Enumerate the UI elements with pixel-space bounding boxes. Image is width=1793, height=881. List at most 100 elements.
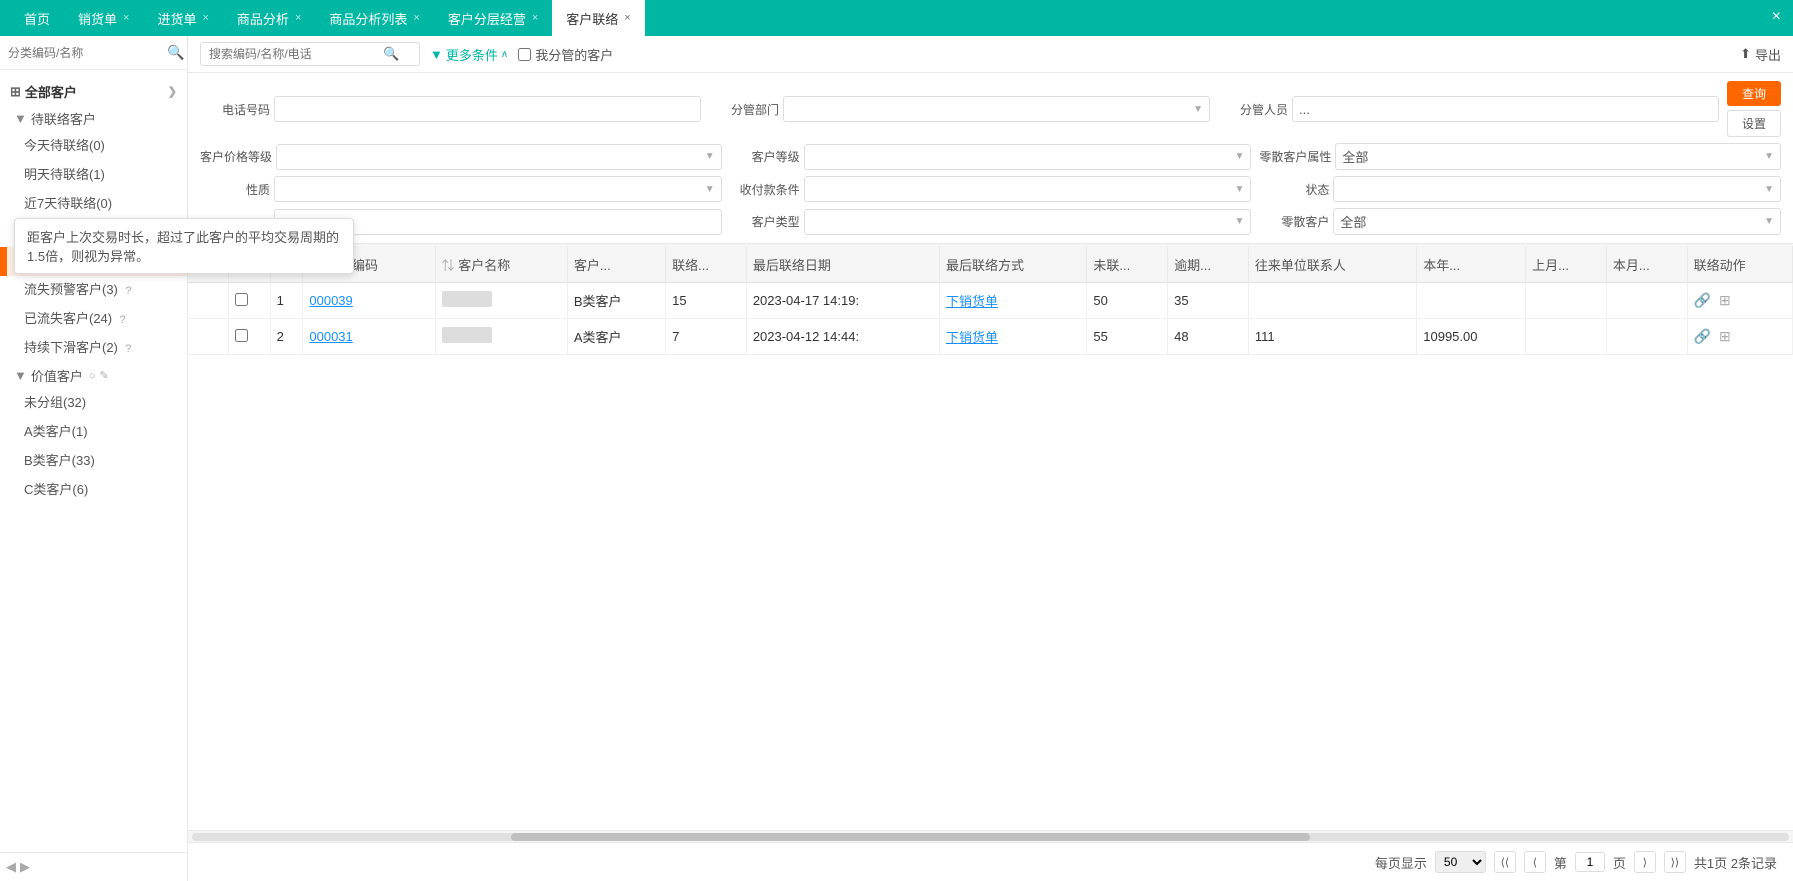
nav-home[interactable]: 首页 (10, 0, 64, 36)
continuous-down-help-icon[interactable]: ? (125, 343, 131, 355)
sidebar-item-tomorrow[interactable]: 明天待联络(1) (0, 161, 187, 190)
nav-customer-contact[interactable]: 客户联络 × (552, 0, 644, 36)
nav-product-analysis-list-close[interactable]: × (413, 12, 419, 24)
sidebar-right-arrow[interactable]: ▶ (20, 859, 30, 875)
sidebar-item-lost[interactable]: 已流失客户(24) ? (0, 305, 187, 334)
sidebar-pending-contact-group[interactable]: ▼ 待联络客户 (0, 105, 187, 132)
table-scroll-bar[interactable] (188, 830, 1793, 842)
row2-code[interactable]: 000031 (303, 319, 435, 355)
sidebar-item-class-c[interactable]: C类客户(6) (0, 476, 187, 505)
filter-search-icon[interactable]: 🔍 (383, 46, 399, 62)
value-customers-circle-icon[interactable]: ○ (89, 370, 96, 382)
col-unit-contact[interactable]: 往来单位联系人 (1248, 246, 1416, 283)
per-page-select[interactable]: 50 20 100 (1435, 851, 1486, 873)
lost-help-icon[interactable]: ? (119, 314, 125, 326)
sidebar-collapse-btn[interactable]: ❯ (168, 85, 177, 98)
close-app-button[interactable]: × (1772, 8, 1781, 26)
nav-customer-segments-close[interactable]: × (532, 12, 538, 24)
nav-customer-segments[interactable]: 客户分层经营 × (434, 0, 552, 36)
nav-purchase-order[interactable]: 进货单 × (143, 0, 222, 36)
sidebar-search-input[interactable] (8, 46, 163, 60)
row2-last-contact-method[interactable]: 下销货单 (939, 319, 1086, 355)
col-this-month[interactable]: 本月... (1606, 246, 1687, 283)
filter-customer-type-select[interactable]: ▼ (804, 209, 1252, 235)
page-number-input[interactable] (1575, 852, 1605, 872)
dept-chevron-icon: ▼ (1193, 104, 1203, 115)
filter-price-level-select[interactable]: ▼ (276, 144, 722, 170)
col-last-contact-date[interactable]: 最后联络日期 (746, 246, 939, 283)
nav-product-analysis-list[interactable]: 商品分析列表 × (315, 0, 433, 36)
filter-search-input[interactable] (209, 47, 379, 61)
sidebar-item-continuous-down[interactable]: 持续下滑客户(2) ? (0, 334, 187, 363)
col-overdue[interactable]: 逾期... (1168, 246, 1249, 283)
row2-grid-icon[interactable]: ⊞ (1719, 328, 1731, 345)
export-button[interactable]: ⬆ 导出 (1740, 45, 1781, 64)
nav-sales-order-close[interactable]: × (123, 12, 129, 24)
nav-purchase-order-close[interactable]: × (202, 12, 208, 24)
nav-product-analysis-close[interactable]: × (295, 12, 301, 24)
value-customers-edit-icon[interactable]: ✎ (100, 369, 109, 382)
last-page-button[interactable]: ⟩⟩ (1664, 851, 1686, 873)
table-area: ⚙ # ⇅ 客户编码 ⇅ 客户名称 (188, 246, 1793, 830)
row1-overdue: 35 (1168, 283, 1249, 319)
horizontal-scrollbar-track[interactable] (192, 833, 1789, 841)
row2-checkbox[interactable] (228, 319, 270, 355)
col-uncontacted[interactable]: 未联... (1087, 246, 1168, 283)
row1-code[interactable]: 000039 (303, 283, 435, 319)
row2-link-icon[interactable]: 🔗 (1694, 328, 1711, 345)
col-last-contact-method[interactable]: 最后联络方式 (939, 246, 1086, 283)
next-page-button[interactable]: ⟩ (1634, 851, 1656, 873)
row1-link-icon[interactable]: 🔗 (1694, 292, 1711, 309)
settings-button[interactable]: 设置 (1727, 110, 1781, 137)
sidebar-search-icon[interactable]: 🔍 (167, 44, 184, 61)
row1-code-link[interactable]: 000039 (309, 293, 352, 308)
filter-phone-input[interactable] (274, 96, 701, 122)
filter-status-select[interactable]: ▼ (1333, 176, 1781, 202)
sidebar-all-customers[interactable]: ⊞ 全部客户 ❯ (0, 78, 187, 105)
nav-product-analysis[interactable]: 商品分析 × (223, 0, 315, 36)
horizontal-scrollbar-thumb[interactable] (511, 833, 1310, 841)
sidebar-item-lost-warning[interactable]: 流失预警客户(3) ? (0, 276, 187, 305)
sidebar-item-class-b[interactable]: B类客户(33) (0, 447, 187, 476)
filter-retail-attr-select[interactable]: 全部 ▼ (1335, 143, 1781, 170)
sidebar-item-class-a[interactable]: A类客户(1) (0, 418, 187, 447)
row2-last-contact-date: 2023-04-12 14:44: (746, 319, 939, 355)
sidebar-item-today[interactable]: 今天待联络(0) (0, 132, 187, 161)
lost-warning-help-icon[interactable]: ? (125, 285, 131, 297)
first-page-button[interactable]: ⟨⟨ (1494, 851, 1516, 873)
col-contact[interactable]: 联络... (666, 246, 747, 283)
filter-dept-select[interactable]: ▼ (783, 96, 1210, 122)
sidebar-item-ungrouped[interactable]: 未分组(32) (0, 389, 187, 418)
filter-retail-customer-select[interactable]: 全部 ▼ (1333, 208, 1781, 235)
sidebar-left-arrow[interactable]: ◀ (6, 859, 16, 875)
nav-customer-contact-close[interactable]: × (624, 12, 630, 24)
my-customers-filter[interactable]: 我分管的客户 (518, 45, 613, 64)
row1-last-contact-method[interactable]: 下销货单 (939, 283, 1086, 319)
col-this-year[interactable]: 本年... (1417, 246, 1526, 283)
filter-payment-select[interactable]: ▼ (804, 176, 1252, 202)
filter-more-conditions[interactable]: ▼ 更多条件 ∧ (430, 45, 508, 64)
row1-checkbox[interactable] (228, 283, 270, 319)
col-last-month[interactable]: 上月... (1526, 246, 1607, 283)
total-records: 共1页 2条记录 (1694, 853, 1777, 872)
my-customers-checkbox[interactable] (518, 48, 531, 61)
nav-sales-order[interactable]: 销货单 × (64, 0, 143, 36)
row1-contact-method-link[interactable]: 下销货单 (946, 294, 998, 309)
prev-page-button[interactable]: ⟨ (1524, 851, 1546, 873)
row2-name[interactable] (435, 319, 567, 355)
row2-contact-method-link[interactable]: 下销货单 (946, 330, 998, 345)
row1-select-checkbox[interactable] (235, 293, 248, 306)
filter-manager-select[interactable]: ... (1292, 96, 1719, 122)
row1-name[interactable] (435, 283, 567, 319)
filter-retail-attr-label: 零散客户属性 (1259, 148, 1331, 165)
filter-nature-select[interactable]: ▼ (274, 176, 722, 202)
row2-select-checkbox[interactable] (235, 329, 248, 342)
filter-customer-level-select[interactable]: ▼ (804, 144, 1252, 170)
col-name[interactable]: ⇅ 客户名称 (435, 246, 567, 283)
sidebar-value-customers-group[interactable]: ▼ 价值客户 ○ ✎ (0, 362, 187, 389)
row2-code-link[interactable]: 000031 (309, 329, 352, 344)
row1-grid-icon[interactable]: ⊞ (1719, 292, 1731, 309)
col-type[interactable]: 客户... (567, 246, 665, 283)
sidebar-item-7days[interactable]: 近7天待联络(0) (0, 190, 187, 219)
query-button[interactable]: 查询 (1727, 81, 1781, 106)
